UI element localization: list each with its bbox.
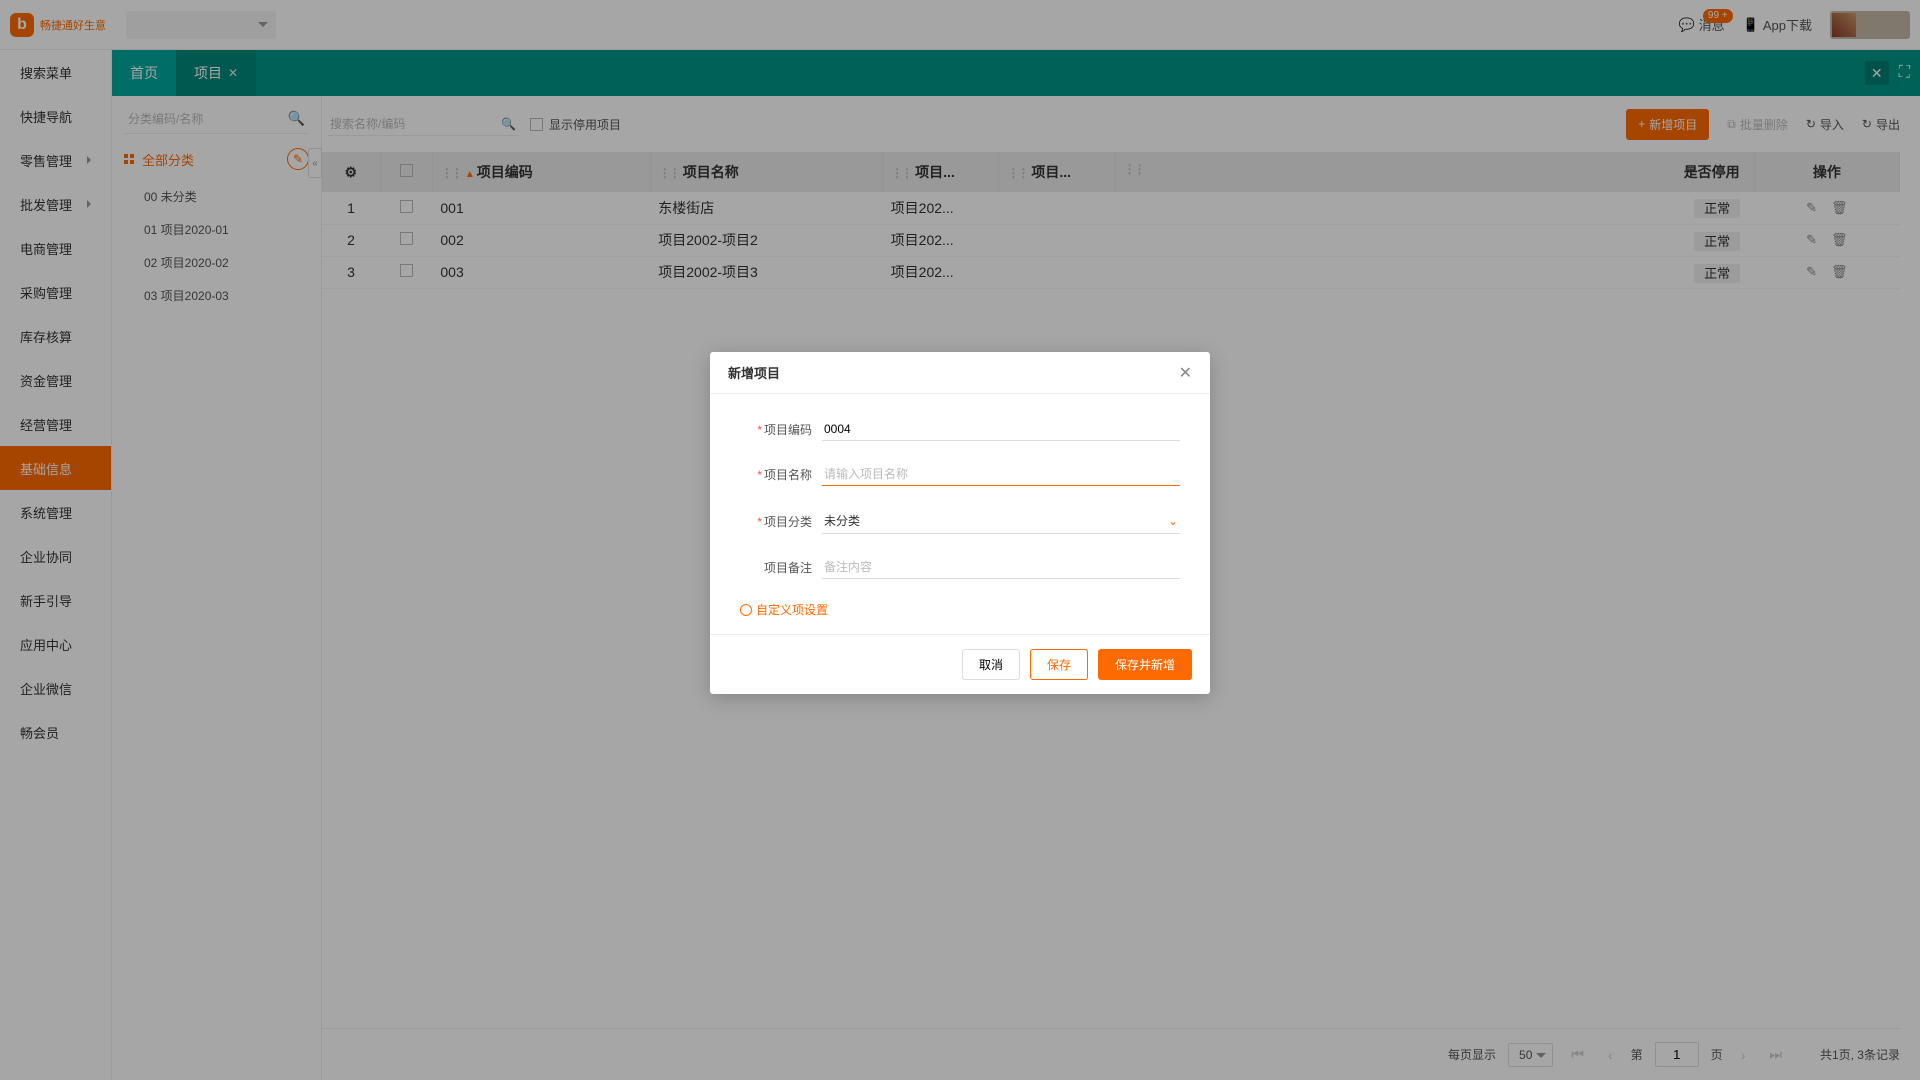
code-input[interactable] (822, 418, 1180, 441)
form-row-code: *项目编码 (740, 418, 1180, 441)
save-button[interactable]: 保存 (1030, 649, 1088, 680)
remark-label: 项目备注 (740, 559, 822, 576)
form-row-remark: 项目备注 (740, 556, 1180, 579)
close-icon[interactable]: ✕ (1179, 363, 1192, 383)
modal-title: 新增项目 (728, 363, 780, 382)
form-row-category: *项目分类 未分类 ⌄ (740, 508, 1180, 534)
save-and-new-button[interactable]: 保存并新增 (1098, 649, 1192, 680)
modal-header: 新增项目 ✕ (710, 352, 1210, 394)
category-select[interactable]: 未分类 ⌄ (822, 508, 1180, 534)
modal-footer: 取消 保存 保存并新增 (710, 634, 1210, 694)
add-project-modal: 新增项目 ✕ *项目编码 *项目名称 *项目分类 未分类 ⌄ 项目备注 自定义项… (710, 352, 1210, 694)
name-input[interactable] (822, 463, 1180, 486)
category-label: *项目分类 (740, 513, 822, 530)
custom-fields-link[interactable]: 自定义项设置 (740, 601, 1180, 618)
remark-input[interactable] (822, 556, 1180, 579)
modal-body: *项目编码 *项目名称 *项目分类 未分类 ⌄ 项目备注 自定义项设置 (710, 394, 1210, 634)
gear-icon (740, 604, 752, 616)
cancel-button[interactable]: 取消 (962, 649, 1020, 680)
form-row-name: *项目名称 (740, 463, 1180, 486)
chevron-down-icon: ⌄ (1168, 514, 1178, 528)
name-label: *项目名称 (740, 466, 822, 483)
code-label: *项目编码 (740, 421, 822, 438)
